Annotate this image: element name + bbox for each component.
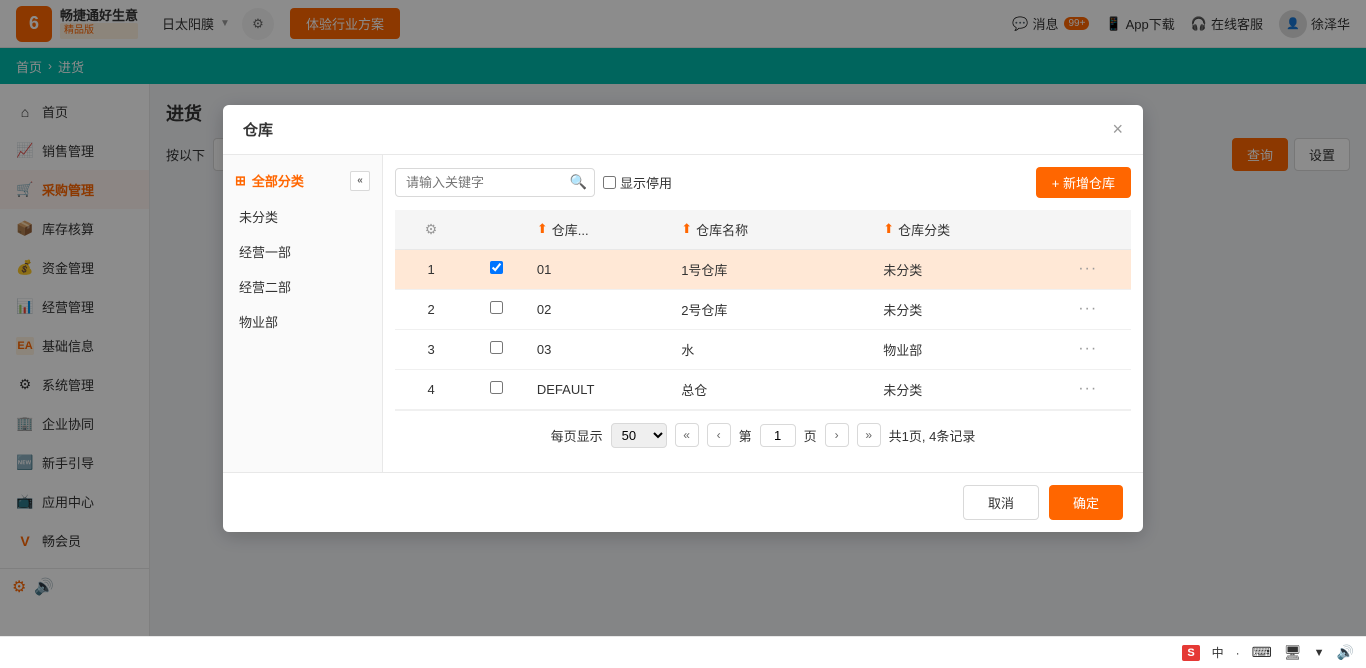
- row-more-btn[interactable]: ···: [1078, 260, 1097, 277]
- table-row[interactable]: 4 DEFAULT 总仓 未分类 ···: [395, 369, 1131, 409]
- row-code: 02: [525, 289, 669, 329]
- row-name: 水: [669, 329, 871, 369]
- warehouse-table-wrap: ⚙ ⬆ 仓库... ⬆: [395, 210, 1131, 410]
- table-row[interactable]: 3 03 水 物业部 ···: [395, 329, 1131, 369]
- row-checkbox-cell[interactable]: [467, 289, 525, 329]
- category-item-ops1[interactable]: 经营一部: [223, 234, 382, 269]
- row-name: 2号仓库: [669, 289, 871, 329]
- statusbar: S 中 · ⌨ 🖥 ▼ 🔊: [0, 636, 1366, 668]
- row-category: 未分类: [871, 369, 1044, 409]
- warehouse-dialog: 仓库 × ⊞ 全部分类 « 未分类 经营一部: [223, 105, 1143, 532]
- dialog-header: 仓库 ×: [223, 105, 1143, 155]
- row-more-cell[interactable]: ···: [1044, 249, 1131, 289]
- show-disabled-checkbox[interactable]: [603, 176, 616, 189]
- row-index: 3: [395, 329, 467, 369]
- modal-overlay: 仓库 × ⊞ 全部分类 « 未分类 经营一部: [0, 0, 1366, 636]
- row-checkbox[interactable]: [490, 301, 503, 314]
- th-name[interactable]: ⬆ 仓库名称: [669, 210, 871, 250]
- add-warehouse-btn[interactable]: + 新增仓库: [1036, 167, 1131, 198]
- row-checkbox[interactable]: [490, 381, 503, 394]
- row-index: 1: [395, 249, 467, 289]
- row-checkbox-cell[interactable]: [467, 329, 525, 369]
- warehouse-table: ⚙ ⬆ 仓库... ⬆: [395, 210, 1131, 410]
- row-more-btn[interactable]: ···: [1078, 340, 1097, 357]
- dialog-main-panel: 🔍 显示停用 + 新增仓库 ⚙: [383, 155, 1143, 472]
- row-checkbox-cell[interactable]: [467, 249, 525, 289]
- next-page-btn[interactable]: ›: [825, 423, 849, 447]
- th-code[interactable]: ⬆ 仓库...: [525, 210, 669, 250]
- pagination-bar: 每页显示 50 10 20 100 « ‹ 第 页 › » 共1页, 4条记录: [395, 410, 1131, 460]
- dialog-close-btn[interactable]: ×: [1112, 120, 1123, 138]
- row-checkbox[interactable]: [490, 341, 503, 354]
- row-category: 未分类: [871, 289, 1044, 329]
- row-index: 2: [395, 289, 467, 329]
- page-number-input[interactable]: [760, 424, 796, 447]
- status-dot-icon: ·: [1236, 646, 1240, 660]
- last-page-btn[interactable]: »: [857, 423, 881, 447]
- category-item-property[interactable]: 物业部: [223, 304, 382, 339]
- dialog-footer: 取消 确定: [223, 472, 1143, 532]
- first-page-btn[interactable]: «: [675, 423, 699, 447]
- row-code: DEFAULT: [525, 369, 669, 409]
- th-checkbox: [467, 210, 525, 250]
- sort-icon-code: ⬆: [537, 221, 548, 237]
- row-code: 03: [525, 329, 669, 369]
- status-arrow-icon: ▼: [1314, 647, 1325, 659]
- sort-icon-name: ⬆: [681, 221, 692, 237]
- search-input[interactable]: [395, 168, 595, 197]
- sort-icon-cat: ⬆: [883, 221, 894, 237]
- th-settings: ⚙: [395, 210, 467, 250]
- confirm-btn[interactable]: 确定: [1049, 485, 1123, 520]
- status-monitor-icon: 🖥: [1284, 644, 1302, 661]
- row-checkbox[interactable]: [490, 261, 503, 274]
- search-icon[interactable]: 🔍: [570, 174, 587, 191]
- dialog-search-bar: 🔍 显示停用 + 新增仓库: [395, 167, 1131, 198]
- row-index: 4: [395, 369, 467, 409]
- search-input-wrap: 🔍: [395, 168, 595, 197]
- row-name: 1号仓库: [669, 249, 871, 289]
- row-more-cell[interactable]: ···: [1044, 329, 1131, 369]
- cancel-btn[interactable]: 取消: [963, 485, 1039, 520]
- prev-page-btn[interactable]: ‹: [707, 423, 731, 447]
- row-more-cell[interactable]: ···: [1044, 289, 1131, 329]
- status-keyboard-icon: ⌨: [1252, 644, 1272, 661]
- row-category: 物业部: [871, 329, 1044, 369]
- show-disabled-checkbox-label[interactable]: 显示停用: [603, 173, 672, 192]
- th-more: [1044, 210, 1131, 250]
- category-all-header[interactable]: ⊞ 全部分类 «: [223, 163, 382, 199]
- table-row[interactable]: 1 01 1号仓库 未分类 ···: [395, 249, 1131, 289]
- status-s-icon: S: [1182, 645, 1199, 661]
- row-more-btn[interactable]: ···: [1078, 300, 1097, 317]
- row-code: 01: [525, 249, 669, 289]
- row-checkbox-cell[interactable]: [467, 369, 525, 409]
- row-more-cell[interactable]: ···: [1044, 369, 1131, 409]
- category-item-ops2[interactable]: 经营二部: [223, 269, 382, 304]
- status-zh-icon: 中: [1212, 644, 1224, 661]
- th-category[interactable]: ⬆ 仓库分类: [871, 210, 1044, 250]
- dialog-title: 仓库: [243, 119, 273, 140]
- per-page-select[interactable]: 50 10 20 100: [611, 423, 667, 448]
- row-category: 未分类: [871, 249, 1044, 289]
- category-collapse-btn[interactable]: «: [350, 171, 370, 191]
- row-more-btn[interactable]: ···: [1078, 380, 1097, 397]
- dialog-body: ⊞ 全部分类 « 未分类 经营一部 经营二部 物业部: [223, 155, 1143, 472]
- row-name: 总仓: [669, 369, 871, 409]
- table-row[interactable]: 2 02 2号仓库 未分类 ···: [395, 289, 1131, 329]
- status-speaker-icon: 🔊: [1337, 644, 1354, 661]
- category-sidebar: ⊞ 全部分类 « 未分类 经营一部 经营二部 物业部: [223, 155, 383, 472]
- category-item-unclassified[interactable]: 未分类: [223, 199, 382, 234]
